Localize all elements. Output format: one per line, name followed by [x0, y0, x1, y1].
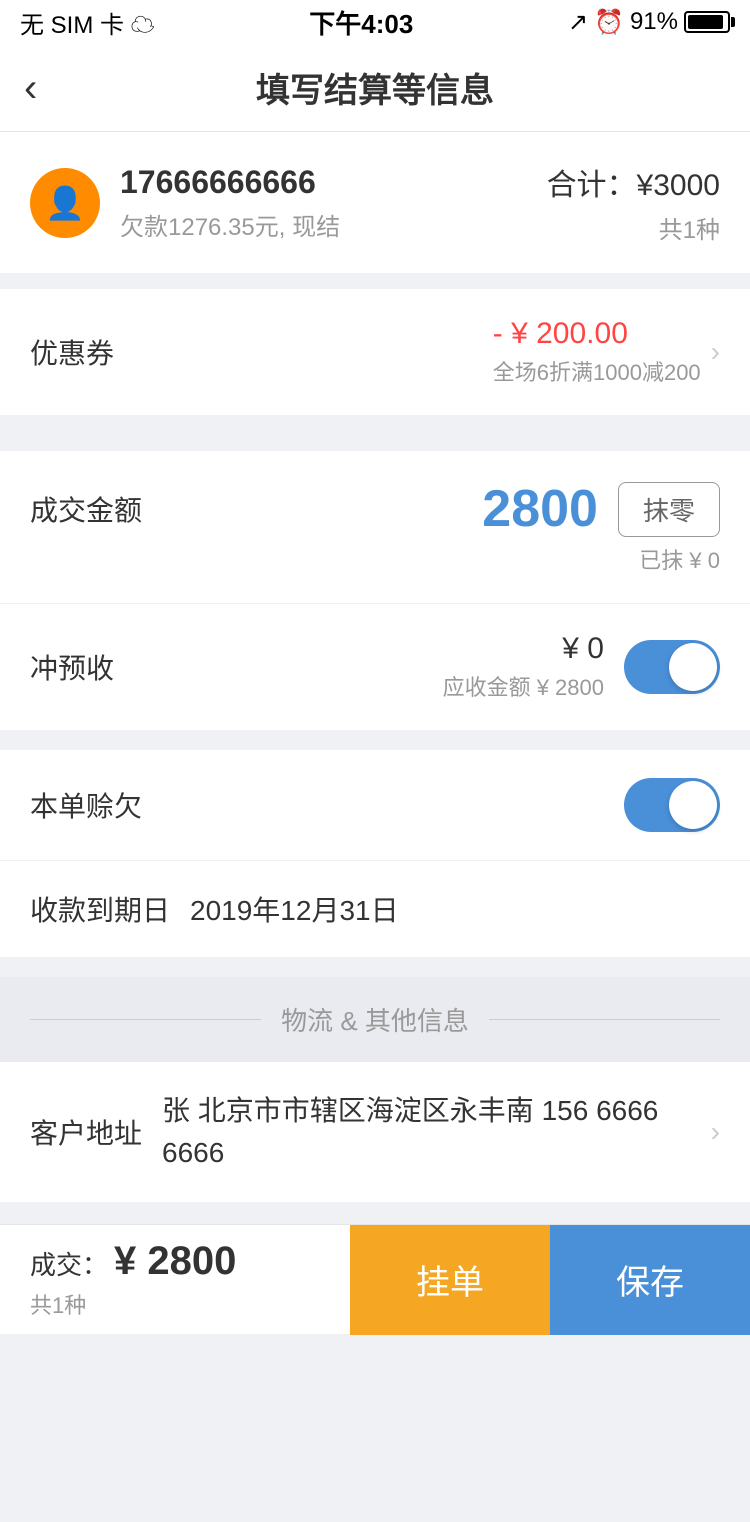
coupon-arrow-icon: › [711, 336, 720, 368]
section-divider-2 [0, 730, 750, 750]
customer-card: 👤 17666666666 欠款1276.35元, 现结 合计：¥3000 共1… [0, 132, 750, 273]
amount-section: 成交金额 2800 抹零 已抹 ¥ 0 [0, 451, 750, 603]
save-button[interactable]: 保存 [550, 1225, 750, 1335]
debt-label: 本单赊欠 [30, 785, 142, 825]
duedate-label: 收款到期日 [30, 889, 170, 929]
battery-icon [684, 11, 730, 33]
coupon-desc: 全场6折满1000减200 [493, 355, 701, 387]
customer-count: 共1种 [547, 210, 720, 245]
page-title: 填写结算等信息 [256, 63, 494, 112]
amount-sub: 已抹 ¥ 0 [30, 543, 720, 575]
debt-toggle-knob [669, 781, 717, 829]
battery-label: 91% [630, 8, 678, 36]
bottom-total-value: ¥ 2800 [114, 1239, 236, 1284]
coupon-discount: - ¥ 200.00 [493, 317, 701, 351]
bottom-bar: 成交： ¥ 2800 共1种 挂单 保存 [0, 1224, 750, 1334]
prepay-label: 冲预收 [30, 647, 114, 687]
coupon-row[interactable]: 优惠券 - ¥ 200.00 全场6折满1000减200 › [0, 289, 750, 415]
address-value: 张 北京市市辖区海淀区永丰南 156 6666 6666 [162, 1090, 711, 1174]
location-icon: ↗ [568, 8, 588, 37]
duedate-section: 收款到期日 2019年12月31日 [0, 860, 750, 957]
avatar: 👤 [30, 168, 100, 238]
hold-button[interactable]: 挂单 [350, 1225, 550, 1335]
status-bar: 无 SIM 卡 ☁ 下午4:03 ↗ ⏰ 91% [0, 0, 750, 44]
status-time: 下午4:03 [309, 4, 413, 41]
amount-label: 成交金额 [30, 489, 142, 529]
duedate-value: 2019年12月31日 [190, 889, 399, 929]
prepay-receivable: 应收金额 ¥ 2800 [443, 670, 604, 702]
customer-total: 合计：¥3000 [547, 160, 720, 204]
coupon-label: 优惠券 [30, 332, 114, 372]
address-label: 客户地址 [30, 1112, 142, 1152]
address-section[interactable]: 客户地址 张 北京市市辖区海淀区永丰南 156 6666 6666 › [0, 1062, 750, 1202]
amount-value: 2800 [482, 479, 598, 539]
prepay-amount: ¥ 0 [443, 632, 604, 666]
prepay-section: 冲预收 ¥ 0 应收金额 ¥ 2800 [0, 604, 750, 730]
customer-phone: 17666666666 [120, 164, 340, 201]
section-divider-3 [0, 957, 750, 977]
section-divider-1 [0, 431, 750, 451]
address-arrow-icon: › [711, 1116, 720, 1148]
customer-debt: 欠款1276.35元, 现结 [120, 207, 340, 242]
status-left: 无 SIM 卡 ☁ [20, 5, 155, 40]
alarm-icon: ⏰ [594, 8, 624, 37]
bottom-total: 成交： ¥ 2800 共1种 [0, 1239, 350, 1320]
round-button[interactable]: 抹零 [618, 482, 720, 537]
prepay-toggle[interactable] [624, 640, 720, 694]
nav-bar: ‹ 填写结算等信息 [0, 44, 750, 132]
bottom-total-label: 成交： [30, 1245, 108, 1282]
toggle-knob [669, 643, 717, 691]
logistics-text: 物流 & 其他信息 [281, 1001, 469, 1038]
debt-toggle[interactable] [624, 778, 720, 832]
sim-label: 无 SIM 卡 ☁ [20, 5, 155, 40]
back-button[interactable]: ‹ [24, 68, 37, 108]
bottom-total-count: 共1种 [30, 1288, 320, 1320]
status-right: ↗ ⏰ 91% [568, 8, 730, 37]
logistics-header: 物流 & 其他信息 [0, 977, 750, 1062]
debt-section: 本单赊欠 [0, 750, 750, 860]
